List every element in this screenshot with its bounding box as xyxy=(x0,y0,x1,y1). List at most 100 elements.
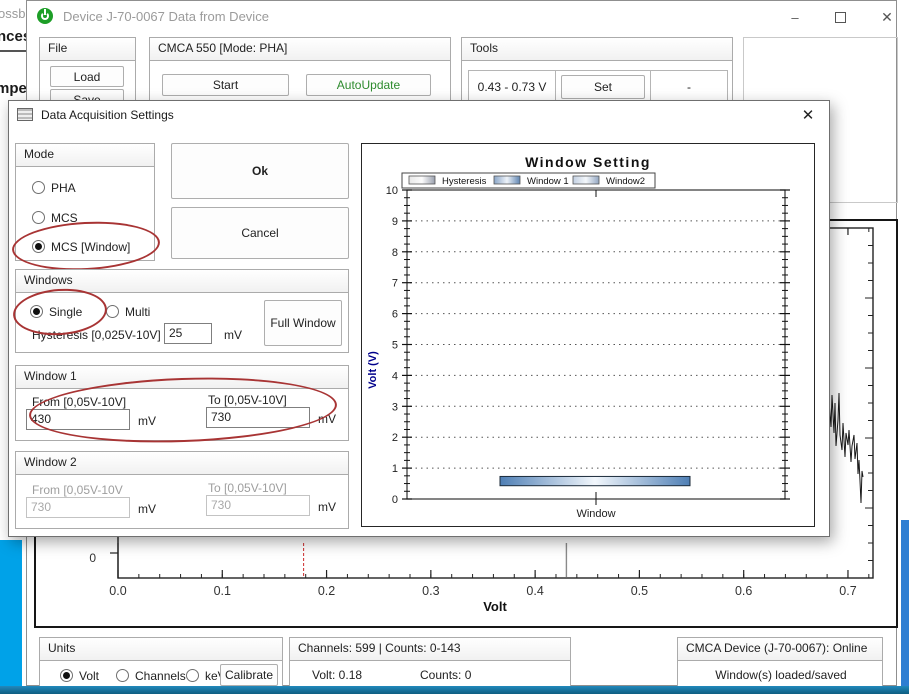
window2-from-label: From [0,05V-10V xyxy=(32,483,123,497)
cmca-group: CMCA 550 [Mode: PHA] Start AutoUpdate xyxy=(149,37,451,110)
radio-multi[interactable] xyxy=(106,305,119,319)
x-tick-label: 0.4 xyxy=(526,584,543,598)
radio-single[interactable] xyxy=(30,305,43,319)
calibrate-button[interactable]: Calibrate xyxy=(220,664,278,686)
dialog-close-button[interactable]: ✕ xyxy=(797,105,819,125)
windows-radio-single[interactable]: Single xyxy=(30,304,82,319)
radio-mcs[interactable] xyxy=(32,211,45,225)
spectrum-trace xyxy=(828,392,864,504)
dialog-titlebar[interactable]: Data Acquisition Settings xyxy=(9,101,829,128)
radio-mcs-label: MCS xyxy=(51,210,78,225)
y-tick-label: 4 xyxy=(392,370,398,382)
window2-to-label: To [0,05V-10V] xyxy=(208,481,287,495)
x-axis-title: Window xyxy=(576,508,615,520)
file-group: File Load Save xyxy=(39,37,136,110)
y-tick-label: 9 xyxy=(392,216,398,228)
load-button[interactable]: Load xyxy=(50,66,124,87)
mode-radio-mcs[interactable]: MCS xyxy=(32,210,78,225)
y-tick-label: 0 xyxy=(392,494,398,506)
set-button[interactable]: Set xyxy=(561,75,645,99)
minimize-button[interactable]: – xyxy=(780,7,810,27)
window1-bar[interactable] xyxy=(499,475,691,487)
window1-from-label: From [0,05V-10V] xyxy=(32,395,127,409)
left-blue-strip xyxy=(0,540,22,686)
units-group: Units Volt Channels keV Calibrate xyxy=(39,637,283,687)
set-cell: Set xyxy=(556,71,651,103)
y-tick-label: 1 xyxy=(392,463,398,475)
x-tick-label: 0.3 xyxy=(422,584,439,598)
legend-label: Window 1 xyxy=(527,176,569,187)
window1-to-input[interactable]: 730 xyxy=(206,407,310,428)
mode-group-label: Mode xyxy=(16,144,154,167)
window1-from-unit: mV xyxy=(138,414,156,428)
dialog-title: Data Acquisition Settings xyxy=(41,107,174,122)
legend-swatch xyxy=(493,175,521,185)
legend-label: Hysteresis xyxy=(442,176,487,187)
windows-group: Windows Single Multi Hysteresis [0,025V-… xyxy=(15,269,349,353)
hysteresis-label: Hysteresis [0,025V-10V] xyxy=(32,328,161,342)
window1-to-unit: mV xyxy=(318,412,336,426)
cancel-button[interactable]: Cancel xyxy=(171,207,349,259)
y-tick-label: 7 xyxy=(392,278,398,290)
window1-to-label: To [0,05V-10V] xyxy=(208,393,287,407)
window1-group-label: Window 1 xyxy=(16,366,348,389)
mode-radio-pha[interactable]: PHA xyxy=(32,180,76,195)
radio-mcs-window-label: MCS [Window] xyxy=(51,239,131,254)
y-tick-label: 8 xyxy=(392,247,398,259)
x-tick-label: 0.5 xyxy=(631,584,648,598)
radio-kev[interactable] xyxy=(186,669,199,683)
plot-border xyxy=(406,189,786,500)
y-tick-label: 3 xyxy=(392,401,398,413)
mode-radio-mcs-window[interactable]: MCS [Window] xyxy=(32,239,130,254)
x-tick-label: 0.7 xyxy=(839,584,856,598)
right-blue-sliver xyxy=(901,520,909,686)
mode-group: Mode PHA MCS MCS [Window] xyxy=(15,143,155,261)
window-title: Device J-70-0067 Data from Device xyxy=(63,8,269,24)
app-icon xyxy=(37,8,53,24)
radio-channels-label: Channels xyxy=(135,668,186,683)
windows-radio-multi[interactable]: Multi xyxy=(106,304,150,319)
x-tick-label: 0.1 xyxy=(214,584,231,598)
hysteresis-input[interactable]: 25 xyxy=(164,323,212,344)
status-right-panel: CMCA Device (J-70-0067): Online Window(s… xyxy=(677,637,883,687)
y-zero-label: 0 xyxy=(89,551,96,565)
window2-from-input: 730 xyxy=(26,497,130,518)
window2-group-label: Window 2 xyxy=(16,452,348,475)
tools-group-label: Tools xyxy=(462,38,732,61)
full-window-button[interactable]: Full Window xyxy=(264,300,342,346)
y-tick-label: 6 xyxy=(392,309,398,321)
close-button[interactable]: ✕ xyxy=(872,7,902,27)
windows-group-label: Windows xyxy=(16,270,348,293)
autoupdate-button[interactable]: AutoUpdate xyxy=(306,74,431,96)
start-button[interactable]: Start xyxy=(162,74,289,96)
radio-pha[interactable] xyxy=(32,181,45,195)
cmca-group-label: CMCA 550 [Mode: PHA] xyxy=(150,38,450,61)
tools-row: 0.43 - 0.73 V Set - xyxy=(468,70,728,104)
maximize-icon xyxy=(834,11,846,23)
window2-group: Window 2 From [0,05V-10V 730 mV To [0,05… xyxy=(15,451,349,529)
window1-from-input[interactable]: 430 xyxy=(26,409,130,430)
window2-from-unit: mV xyxy=(138,502,156,516)
main-titlebar[interactable]: Device J-70-0067 Data from Device – ✕ xyxy=(27,1,896,31)
units-radio-channels[interactable]: Channels xyxy=(116,668,186,683)
tools-dash[interactable]: - xyxy=(651,71,727,103)
dialog-icon xyxy=(17,108,33,121)
screen: ossb nces mper Device J-70-0067 Data fro… xyxy=(0,0,909,694)
channels-counts-header: Channels: 599 | Counts: 0-143 xyxy=(290,638,570,661)
ok-button[interactable]: Ok xyxy=(171,143,349,199)
radio-mcs-window[interactable] xyxy=(32,240,45,254)
voltage-range-readout: 0.43 - 0.73 V xyxy=(469,71,556,103)
legend-swatch xyxy=(572,175,600,185)
y-tick-label: 2 xyxy=(392,432,398,444)
legend-label: Window2 xyxy=(606,176,645,187)
divider xyxy=(0,50,26,52)
cursor-counts-readout: Counts: 0 xyxy=(420,668,472,682)
window2-to-input: 730 xyxy=(206,495,310,516)
radio-pha-label: PHA xyxy=(51,180,76,195)
window2-to-unit: mV xyxy=(318,500,336,514)
radio-volt[interactable] xyxy=(60,669,73,683)
units-radio-volt[interactable]: Volt xyxy=(60,668,99,683)
radio-channels[interactable] xyxy=(116,669,129,683)
maximize-button[interactable] xyxy=(825,7,855,27)
y-tick-label: 5 xyxy=(392,340,398,352)
